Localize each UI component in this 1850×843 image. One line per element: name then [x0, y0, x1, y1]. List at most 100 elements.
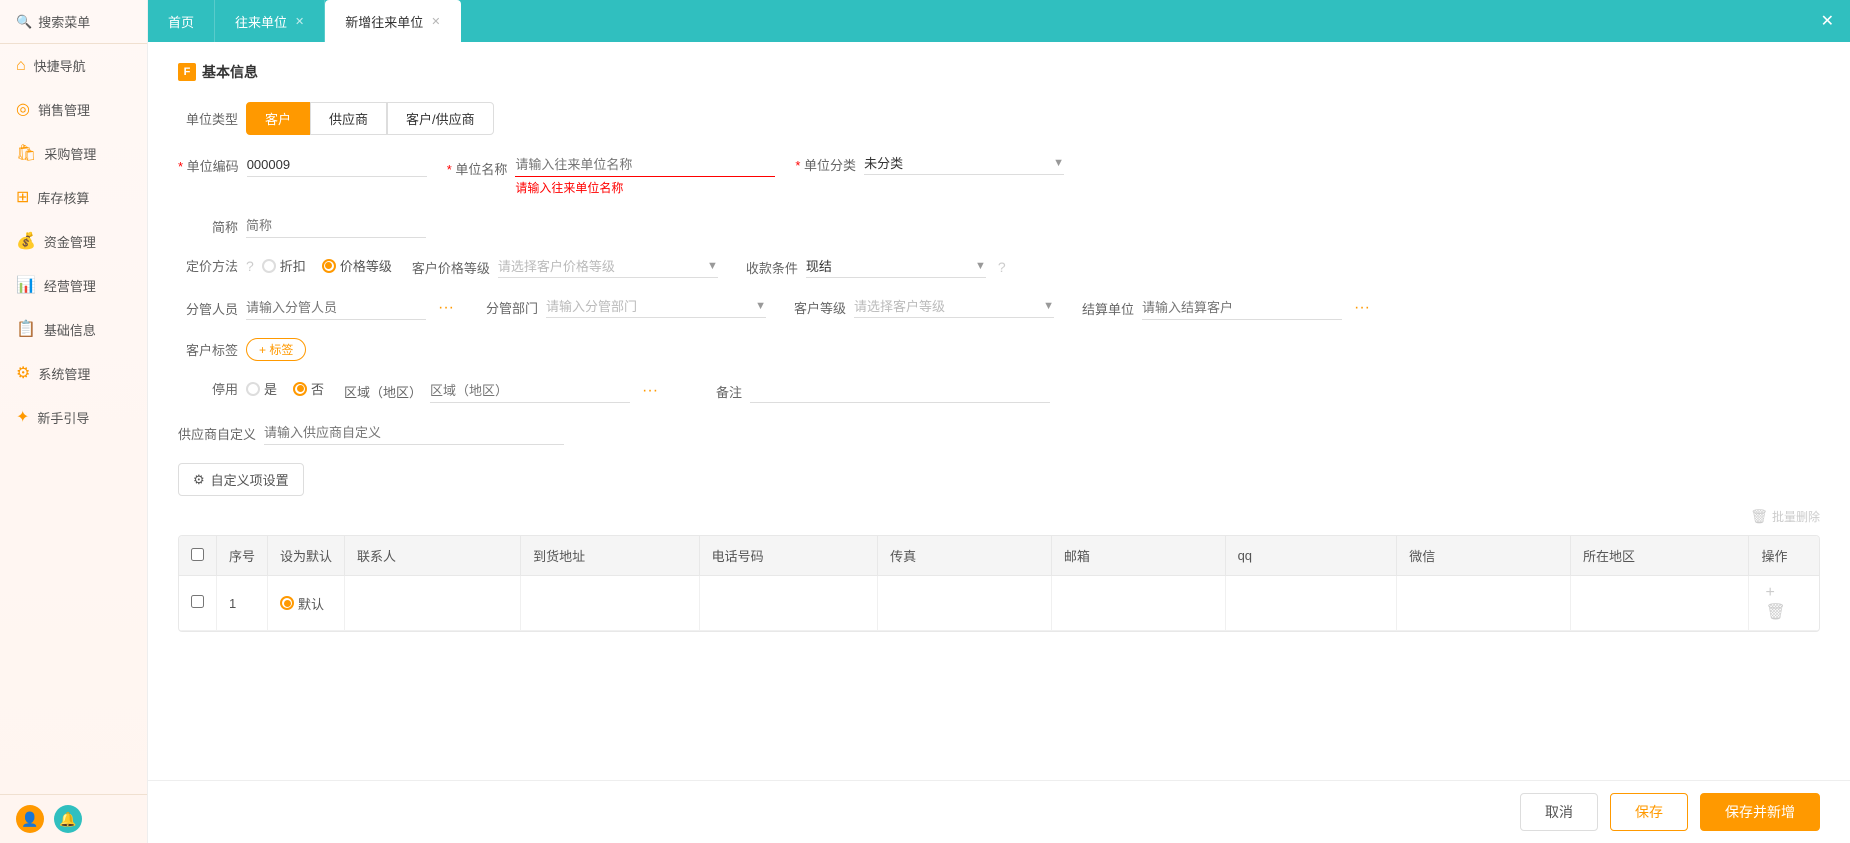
tab-new-partner[interactable]: 新增往来单位✕ — [325, 0, 461, 42]
sidebar-item-sales[interactable]: ◎销售管理 — [0, 87, 147, 131]
settlement-unit-label: 结算单位 — [1074, 299, 1134, 318]
pricing-method-label: 定价方法 — [178, 256, 238, 275]
row-contact-input[interactable] — [357, 596, 508, 611]
settlement-unit-input[interactable] — [1142, 296, 1342, 320]
batch-delete-btn[interactable]: 🗑 批量删除 — [1750, 508, 1820, 525]
manager-input[interactable] — [246, 296, 426, 320]
code-name-category-row: 单位编码 单位名称 请输入往来单位名称 单位分类 未分类 ▼ — [178, 153, 1820, 196]
customer-price-level-placeholder: 请选择客户价格等级 — [498, 256, 703, 275]
row-phone[interactable] — [699, 576, 877, 631]
sidebar-finance-icon: 💰 — [16, 231, 36, 251]
row-fax[interactable] — [878, 576, 1052, 631]
sidebar-item-basic[interactable]: 📋基础信息 — [0, 307, 147, 351]
sidebar-operations-label: 经营管理 — [44, 276, 96, 295]
unit-category-select-wrapper[interactable]: 未分类 ▼ — [864, 153, 1064, 175]
sidebar-item-inventory[interactable]: ⊞库存核算 — [0, 175, 147, 219]
section-title: F 基本信息 — [178, 62, 1820, 82]
row-checkbox[interactable] — [179, 576, 217, 631]
row-email-input[interactable] — [1064, 596, 1213, 611]
abbreviation-input[interactable] — [246, 214, 426, 238]
disabled-yes-radio[interactable]: 是 — [246, 379, 277, 398]
region-more-btn[interactable]: ··· — [638, 382, 662, 400]
row-wechat-input[interactable] — [1409, 596, 1558, 611]
row-default[interactable]: 默认 — [268, 576, 345, 631]
unit-type-form-item: 单位类型 客户供应商客户/供应商 — [178, 102, 494, 135]
unit-code-item: 单位编码 — [178, 153, 427, 177]
pricing-help-icon[interactable]: ? — [246, 258, 254, 274]
row-wechat[interactable] — [1397, 576, 1571, 631]
row-qq[interactable] — [1225, 576, 1397, 631]
row-region-input[interactable] — [1583, 596, 1736, 611]
sidebar-item-purchase[interactable]: 🛍采购管理 — [0, 131, 147, 175]
disabled-yes-label: 是 — [264, 379, 277, 398]
sidebar-item-operations[interactable]: 📊 经营管理 — [0, 263, 147, 307]
customer-price-level-select[interactable]: 请选择客户价格等级 ▼ — [498, 256, 718, 278]
sidebar-item-guide[interactable]: ✦新手引导 — [0, 395, 147, 439]
row-address-input[interactable] — [533, 596, 686, 611]
manager-more-btn[interactable]: ··· — [434, 299, 458, 317]
row-email[interactable] — [1051, 576, 1225, 631]
unit-type-customer-btn[interactable]: 客户 — [246, 102, 310, 135]
manager-label: 分管人员 — [178, 299, 238, 318]
sidebar-inventory-icon: ⊞ — [16, 187, 29, 207]
sidebar-system-icon: ⚙ — [16, 363, 30, 383]
row-region[interactable] — [1570, 576, 1748, 631]
pricing-discount-radio[interactable]: 折扣 — [262, 256, 306, 275]
notification-icon[interactable]: 🔔 — [54, 805, 82, 833]
unit-type-supplier-btn[interactable]: 供应商 — [310, 102, 387, 135]
table-header-qq: qq — [1225, 536, 1397, 576]
row-qq-input[interactable] — [1238, 596, 1385, 611]
customer-level-select[interactable]: 请选择客户等级 ▼ — [854, 296, 1054, 318]
unit-type-btn-group: 客户供应商客户/供应商 — [246, 102, 494, 135]
unit-code-input[interactable] — [247, 153, 427, 177]
select-all-checkbox[interactable] — [191, 548, 204, 561]
department-select[interactable]: 请输入分管部门 ▼ — [546, 296, 766, 318]
supplier-custom-input[interactable] — [264, 421, 564, 445]
tab-partner-list[interactable]: 往来单位✕ — [215, 0, 325, 42]
pricing-method-item: 定价方法 ? 折扣 价格等级 — [178, 256, 392, 275]
sidebar-item-quick-nav[interactable]: ⌂快捷导航 — [0, 44, 147, 87]
table-header-操作: 操作 — [1749, 536, 1819, 576]
custom-settings-button[interactable]: ⚙ 自定义项设置 — [178, 463, 304, 496]
remark-input[interactable] — [750, 379, 1050, 403]
payment-terms-help-icon[interactable]: ? — [998, 259, 1006, 275]
payment-terms-select[interactable]: 现结 ▼ — [806, 256, 986, 278]
table-row: 1默认 + 🗑 — [179, 576, 1819, 631]
row-address[interactable] — [521, 576, 699, 631]
disabled-no-radio[interactable]: 否 — [293, 379, 324, 398]
remark-label: 备注 — [682, 382, 742, 401]
save-button[interactable]: 保存 — [1610, 793, 1688, 831]
supplier-custom-item: 供应商自定义 — [178, 421, 564, 445]
tab-home[interactable]: 首页 — [148, 0, 215, 42]
sidebar-search[interactable]: 🔍 搜索菜单 — [0, 0, 147, 44]
add-tag-button[interactable]: + 标签 — [246, 338, 306, 361]
row-phone-input[interactable] — [712, 596, 865, 611]
settlement-more-btn[interactable]: ··· — [1350, 299, 1374, 317]
close-all-icon[interactable]: ✕ — [1805, 11, 1850, 31]
customer-level-placeholder: 请选择客户等级 — [854, 296, 1039, 315]
sidebar-item-finance[interactable]: 💰资金管理 — [0, 219, 147, 263]
disabled-no-circle — [293, 382, 307, 396]
row-checkbox-input[interactable] — [191, 595, 204, 608]
contact-table-wrapper: 序号设为默认联系人到货地址电话号码传真邮箱qq微信所在地区操作 1默认 + 🗑 — [178, 535, 1820, 632]
row-add-btn[interactable]: + — [1761, 584, 1778, 602]
tab-new-partner-close[interactable]: ✕ — [431, 15, 440, 28]
user-icon[interactable]: 👤 — [16, 805, 44, 833]
unit-type-both-btn[interactable]: 客户/供应商 — [387, 102, 494, 135]
pricing-price-level-radio[interactable]: 价格等级 — [322, 256, 392, 275]
disabled-radio-group: 是 否 — [246, 379, 324, 398]
row-fax-input[interactable] — [890, 596, 1039, 611]
unit-name-input[interactable] — [515, 153, 775, 177]
tab-partner-list-close[interactable]: ✕ — [295, 15, 304, 28]
sidebar-item-system[interactable]: ⚙系统管理 — [0, 351, 147, 395]
row-contact[interactable] — [345, 576, 521, 631]
region-input[interactable] — [430, 379, 630, 403]
sidebar-operations-icon: 📊 — [16, 275, 36, 295]
pricing-radio-group: 折扣 价格等级 — [262, 256, 392, 275]
save-new-button[interactable]: 保存并新增 — [1700, 793, 1820, 831]
cancel-button[interactable]: 取消 — [1520, 793, 1598, 831]
unit-name-col: 请输入往来单位名称 — [515, 153, 775, 196]
section-title-icon: F — [178, 63, 196, 81]
unit-category-label: 单位分类 — [795, 155, 856, 174]
row-delete-btn[interactable]: 🗑 — [1761, 602, 1789, 622]
